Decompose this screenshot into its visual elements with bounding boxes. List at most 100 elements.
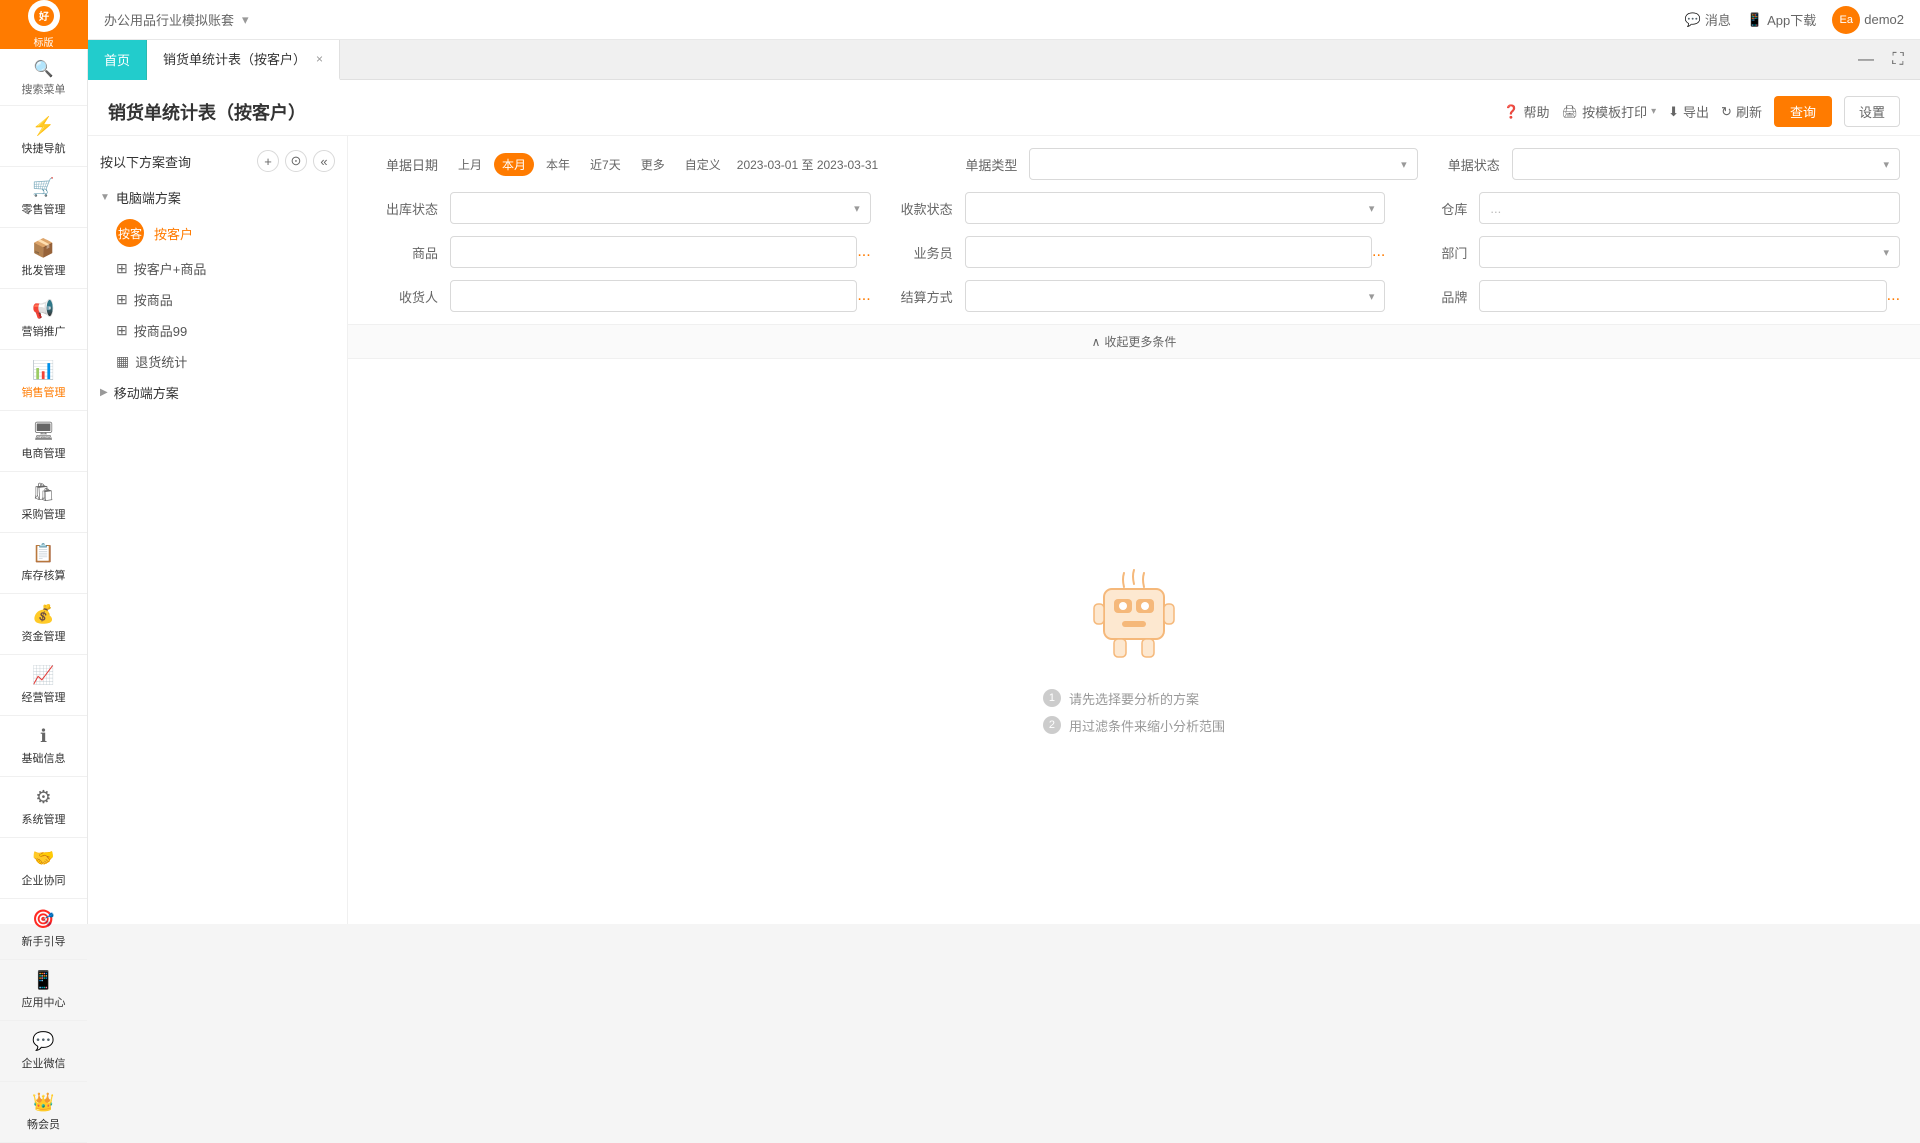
system-icon: ⚙ (35, 787, 51, 808)
print-btn[interactable]: 🖨 按模板打印 ▾ (1562, 102, 1657, 121)
app-logo: 好 标版 (0, 0, 88, 49)
warehouse-label: 仓库 (1397, 199, 1467, 218)
sidebar-item-search-menu[interactable]: 🔍 搜索菜单 (0, 49, 87, 106)
sidebar-item-marketing[interactable]: 📢 营销推广 (0, 289, 87, 350)
sidebar-item-ecommerce[interactable]: 🖥 电商管理 (0, 411, 87, 472)
out-status-label: 出库状态 (368, 199, 438, 218)
query-button[interactable]: 查询 (1774, 96, 1832, 127)
date-tab-this-year[interactable]: 本年 (538, 153, 578, 176)
scheme-settings-btn[interactable]: ⊙ (285, 150, 307, 172)
department-label: 部门 (1397, 243, 1467, 262)
tab-home[interactable]: 首页 (88, 40, 147, 80)
help-btn[interactable]: ❓ 帮助 (1503, 102, 1549, 121)
topbar-dropdown-icon[interactable]: ▾ (242, 12, 249, 28)
department-arrow: ▾ (1883, 246, 1889, 259)
export-btn[interactable]: ⬇ 导出 (1668, 102, 1709, 121)
tree-mobile-label: 移动端方案 (114, 383, 179, 402)
tree-item-return-stats[interactable]: ▦ 退货统计 (104, 346, 347, 377)
by-goods-99-label: 按商品99 (134, 321, 187, 340)
sidebar-item-finance[interactable]: 💰 资金管理 (0, 594, 87, 655)
date-tab-more[interactable]: 更多 (633, 153, 673, 176)
sidebar-item-operations[interactable]: 📈 经营管理 (0, 655, 87, 716)
sidebar-item-vip[interactable]: 👑 畅会员 (0, 1082, 87, 1143)
out-status-select[interactable]: ▾ (450, 192, 871, 224)
goods-dots[interactable]: ... (857, 243, 870, 261)
ecommerce-label: 电商管理 (22, 445, 66, 461)
collapse-bar[interactable]: ∧ 收起更多条件 (348, 325, 1920, 359)
order-status-filter: ▾ (1512, 148, 1900, 180)
date-tab-this-month[interactable]: 本月 (494, 153, 534, 176)
sidebar-item-quick-nav[interactable]: ⚡ 快捷导航 (0, 106, 87, 167)
receiver-dots[interactable]: ... (857, 287, 870, 305)
scheme-settings-icon: ⊙ (291, 153, 302, 169)
date-tab-last-month[interactable]: 上月 (450, 153, 490, 176)
add-scheme-btn[interactable]: + (257, 150, 279, 172)
brand-dots[interactable]: ... (1887, 287, 1900, 305)
sidebar-item-enterprise-wechat[interactable]: 💬 企业微信 (0, 1021, 87, 1082)
finance-label: 资金管理 (22, 628, 66, 644)
sidebar-item-retail[interactable]: 🛒 零售管理 (0, 167, 87, 228)
order-status-arrow: ▾ (1883, 158, 1889, 171)
app-download-btn[interactable]: 📱 App下载 (1747, 10, 1816, 29)
left-panel-actions: + ⊙ « (257, 150, 335, 172)
sidebar-item-purchase[interactable]: 🛍 采购管理 (0, 472, 87, 533)
payment-status-select[interactable]: ▾ (965, 192, 1386, 224)
help-icon: ❓ (1503, 104, 1519, 120)
refresh-btn[interactable]: ↻ 刷新 (1721, 102, 1762, 121)
salesman-select[interactable] (965, 236, 1372, 268)
tree-item-by-goods-99[interactable]: ⊞ 按商品99 (104, 315, 347, 346)
enterprise-wechat-label: 企业微信 (22, 1055, 66, 1071)
right-panel: 单据日期 上月 本月 本年 近7天 更多 自定义 2023-03-01 至 20… (348, 136, 1920, 924)
sidebar-item-newbie[interactable]: 🎯 新手引导 (0, 899, 87, 960)
collapse-icon: ∧ (1092, 335, 1101, 349)
sidebar-item-inventory[interactable]: 📋 库存核算 (0, 533, 87, 594)
receiver-select[interactable] (450, 280, 857, 312)
left-panel: 按以下方案查询 + ⊙ « ▼ (88, 136, 348, 924)
operations-icon: 📈 (32, 665, 54, 686)
user-menu[interactable]: Ea demo2 (1832, 6, 1904, 34)
sidebar-item-wholesale[interactable]: 📦 批发管理 (0, 228, 87, 289)
topbar-title: 办公用品行业模拟账套 (104, 10, 234, 29)
messages-btn[interactable]: 💬 消息 (1685, 10, 1731, 29)
warehouse-select[interactable]: ... (1479, 192, 1900, 224)
tree-item-by-customer-goods[interactable]: ⊞ 按客户+商品 (104, 253, 347, 284)
purchase-icon: 🛍 (32, 482, 55, 503)
tip-num-2: 2 (1043, 716, 1061, 734)
minimize-icon: — (1858, 51, 1874, 69)
collapse-panel-btn[interactable]: « (313, 150, 335, 172)
order-status-select[interactable]: ▾ (1512, 148, 1900, 180)
sidebar-item-system[interactable]: ⚙ 系统管理 (0, 777, 87, 838)
sidebar-item-enterprise[interactable]: 🤝 企业协同 (0, 838, 87, 899)
sidebar-item-sales[interactable]: 📊 销售管理 (0, 350, 87, 411)
tab-maximize-btn[interactable]: ⛶ (1884, 46, 1912, 74)
goods-select[interactable] (450, 236, 857, 268)
tab-close-icon[interactable]: × (316, 52, 323, 66)
tree-mobile[interactable]: ▶ 移动端方案 (88, 377, 347, 408)
operations-label: 经营管理 (22, 689, 66, 705)
tabbar: 首页 销货单统计表（按客户） × — ⛶ (88, 40, 1920, 80)
settings-button[interactable]: 设置 (1844, 96, 1900, 127)
sidebar-item-basic[interactable]: ℹ 基础信息 (0, 716, 87, 777)
salesman-dots[interactable]: ... (1372, 243, 1385, 261)
tab-sales-stats[interactable]: 销货单统计表（按客户） × (147, 40, 340, 80)
tab-minimize-btn[interactable]: — (1852, 46, 1880, 74)
return-stats-label: 退货统计 (135, 352, 187, 371)
date-tab-custom[interactable]: 自定义 (677, 153, 729, 176)
order-type-select[interactable]: ▾ (1029, 148, 1417, 180)
department-select[interactable]: ▾ (1479, 236, 1900, 268)
date-tab-last-7[interactable]: 近7天 (582, 153, 629, 176)
tree-item-by-customer[interactable]: 按客 按客户 (104, 213, 347, 253)
maximize-icon: ⛶ (1892, 51, 1903, 69)
tree-children: 按客 按客户 ⊞ 按客户+商品 ⊞ 按商品 ⊞ (88, 213, 347, 377)
tree-item-by-goods[interactable]: ⊞ 按商品 (104, 284, 347, 315)
sidebar: 好 标版 🔍 搜索菜单 ⚡ 快捷导航 🛒 零售管理 📦 批发管理 📢 营销推广 … (0, 0, 88, 924)
left-panel-title: 按以下方案查询 (100, 152, 191, 171)
sidebar-item-app-center[interactable]: 📱 应用中心 (0, 960, 87, 1021)
settlement-select[interactable]: ▾ (965, 280, 1386, 312)
warehouse-filter: ... (1479, 192, 1900, 224)
brand-select[interactable] (1479, 280, 1886, 312)
tree-desktop[interactable]: ▼ 电脑端方案 (88, 182, 347, 213)
logo-text: 标版 (34, 34, 54, 49)
salesman-filter: ... (965, 236, 1386, 268)
ecommerce-icon: 🖥 (32, 421, 55, 442)
